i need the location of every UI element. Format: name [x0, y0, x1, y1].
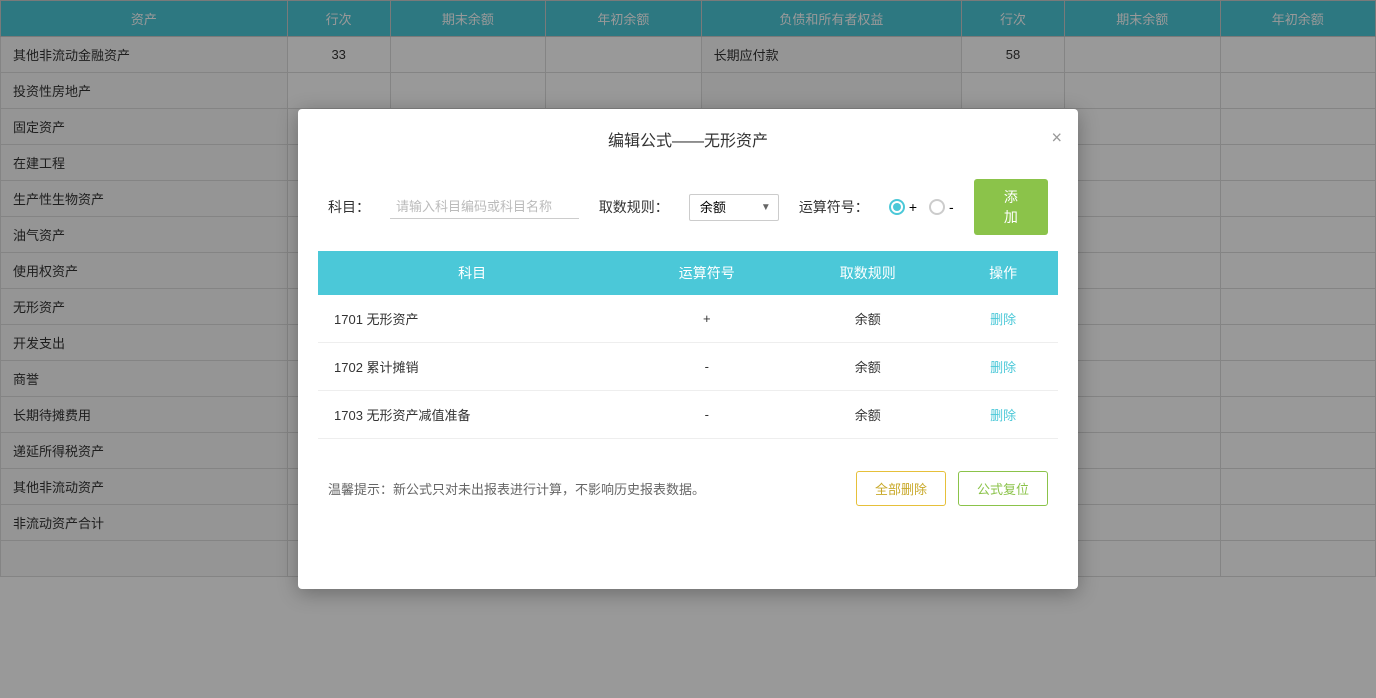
th-action: 操作	[948, 251, 1058, 295]
tip-text: 温馨提示：新公式只对未出报表进行计算，不影响历史报表数据。	[328, 479, 705, 498]
rule-select-wrapper: 余额借方贷方借方发生额贷方发生额 ▼	[689, 194, 779, 221]
radio-minus-icon	[929, 199, 945, 215]
form-row: 科目： 取数规则： 余额借方贷方借方发生额贷方发生额 ▼ 运算符号： +	[298, 167, 1078, 251]
formula-operator: -	[626, 343, 787, 391]
modal-footer: 温馨提示：新公式只对未出报表进行计算，不影响历史报表数据。 全部删除 公式复位	[298, 455, 1078, 516]
footer-buttons: 全部删除 公式复位	[856, 471, 1048, 506]
radio-plus-label: +	[909, 199, 917, 215]
formula-subject: 1703 无形资产减值准备	[318, 391, 626, 439]
radio-plus-item[interactable]: +	[889, 199, 917, 215]
modal-close-button[interactable]: ×	[1051, 128, 1062, 149]
modal-title: 编辑公式——无形资产	[608, 127, 768, 151]
formula-action[interactable]: 删除	[948, 391, 1058, 439]
radio-minus-label: -	[949, 199, 954, 215]
data-table-wrap: 科目 运算符号 取数规则 操作 1701 无形资产 + 余额 删除 1702 累…	[318, 251, 1058, 439]
modal-dialog: 编辑公式——无形资产 × 科目： 取数规则： 余额借方贷方借方发生额贷方发生额 …	[298, 109, 1078, 589]
modal-overlay: 编辑公式——无形资产 × 科目： 取数规则： 余额借方贷方借方发生额贷方发生额 …	[0, 0, 1376, 698]
delete-all-button[interactable]: 全部删除	[856, 471, 946, 506]
modal-header: 编辑公式——无形资产 ×	[298, 109, 1078, 167]
formula-table: 科目 运算符号 取数规则 操作 1701 无形资产 + 余额 删除 1702 累…	[318, 251, 1058, 439]
th-subject: 科目	[318, 251, 626, 295]
formula-row: 1701 无形资产 + 余额 删除	[318, 295, 1058, 343]
rule-select[interactable]: 余额借方贷方借方发生额贷方发生额	[689, 194, 779, 221]
operator-label: 运算符号：	[799, 197, 869, 217]
th-operator: 运算符号	[626, 251, 787, 295]
formula-row: 1703 无形资产减值准备 - 余额 删除	[318, 391, 1058, 439]
formula-rule: 余额	[787, 295, 948, 343]
delete-link[interactable]: 删除	[990, 312, 1016, 327]
formula-subject: 1701 无形资产	[318, 295, 626, 343]
formula-rule: 余额	[787, 343, 948, 391]
operator-radio-group: + -	[889, 199, 954, 215]
formula-action[interactable]: 删除	[948, 295, 1058, 343]
subject-input[interactable]	[390, 195, 579, 219]
formula-rule: 余额	[787, 391, 948, 439]
delete-link[interactable]: 删除	[990, 408, 1016, 423]
formula-operator: +	[626, 295, 787, 343]
subject-label: 科目：	[328, 197, 370, 217]
formula-operator: -	[626, 391, 787, 439]
table-header-row: 科目 运算符号 取数规则 操作	[318, 251, 1058, 295]
formula-action[interactable]: 删除	[948, 343, 1058, 391]
rule-label: 取数规则：	[599, 197, 669, 217]
add-button[interactable]: 添加	[974, 179, 1048, 235]
page-container: 资产 行次 期末余额 年初余额 负债和所有者权益 行次 期末余额 年初余额 其他…	[0, 0, 1376, 698]
radio-plus-icon	[889, 199, 905, 215]
formula-subject: 1702 累计摊销	[318, 343, 626, 391]
delete-link[interactable]: 删除	[990, 360, 1016, 375]
formula-row: 1702 累计摊销 - 余额 删除	[318, 343, 1058, 391]
reset-formula-button[interactable]: 公式复位	[958, 471, 1048, 506]
th-rule: 取数规则	[787, 251, 948, 295]
radio-minus-item[interactable]: -	[929, 199, 954, 215]
